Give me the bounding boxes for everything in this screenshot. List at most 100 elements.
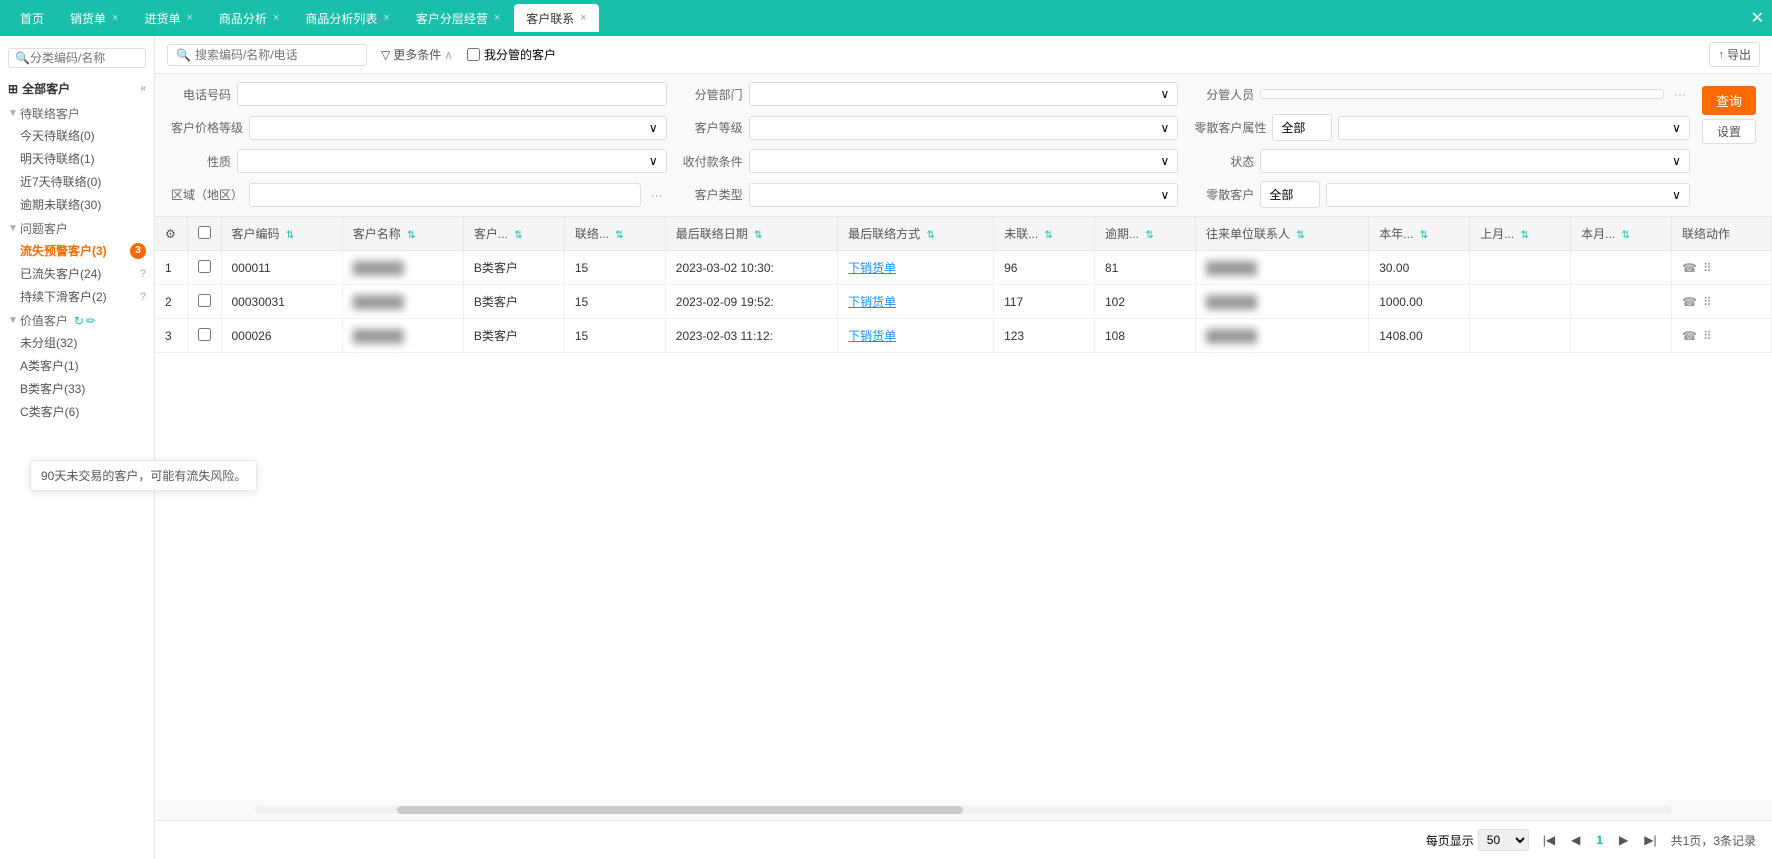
th-checkbox[interactable] — [187, 217, 221, 251]
cell-lastmethod-1[interactable]: 下销货单 — [838, 251, 994, 285]
filter-scatter-attr-select2[interactable]: ∨ — [1338, 116, 1690, 140]
action-contact-3[interactable]: ☎ — [1682, 329, 1697, 343]
sidebar-item-overdue[interactable]: 逾期未联络(30) — [0, 193, 154, 216]
sort-tmth-icon[interactable]: ⇅ — [1621, 230, 1629, 241]
sort-lm-icon[interactable]: ⇅ — [926, 230, 934, 241]
sidebar-item-classA[interactable]: A类客户(1) — [0, 354, 154, 377]
refresh-icon-value[interactable]: ↻ — [74, 314, 84, 328]
sort-name-icon[interactable]: ⇅ — [407, 230, 415, 241]
cell-cb-2[interactable] — [187, 285, 221, 319]
sidebar-item-churned[interactable]: 已流失客户(24) ? — [0, 262, 154, 285]
search-input[interactable] — [195, 48, 335, 62]
action-more-1[interactable]: ⠿ — [1703, 261, 1712, 275]
sidebar-group-value[interactable]: ▼ 价值客户 ↻ ✏ — [0, 308, 154, 331]
filter-region-input[interactable] — [249, 183, 641, 207]
tab-analysis-list[interactable]: 商品分析列表 × — [293, 4, 401, 32]
tab-customer-mgmt[interactable]: 客户分层经营 × — [404, 4, 512, 32]
sort-code-icon[interactable]: ⇅ — [286, 230, 294, 241]
row-checkbox-1[interactable] — [198, 260, 211, 273]
sidebar-item-declining[interactable]: 持续下滑客户(2) ? — [0, 285, 154, 308]
sidebar-search-input[interactable] — [30, 51, 139, 65]
tab-customer-mgmt-close[interactable]: × — [494, 12, 500, 24]
sidebar-item-today[interactable]: 今天待联络(0) — [0, 124, 154, 147]
select-all-checkbox[interactable] — [198, 226, 211, 239]
filter-scatter-attr-select[interactable]: 全部 — [1272, 114, 1332, 141]
search-wrap[interactable]: 🔍 — [167, 44, 367, 66]
action-more-2[interactable]: ⠿ — [1703, 295, 1712, 309]
next-page-btn[interactable]: ▶ — [1613, 831, 1634, 849]
my-customers-checkbox-wrap[interactable]: 我分管的客户 — [467, 46, 556, 63]
sidebar-item-churn-warning[interactable]: 流失预警客户(3) 3 — [0, 239, 154, 262]
sort-ty-icon[interactable]: ⇅ — [1420, 230, 1428, 241]
export-button[interactable]: ↑ 导出 — [1709, 42, 1760, 67]
tab-customer-contact[interactable]: 客户联系 × — [514, 4, 598, 32]
filter-customer-grade-select[interactable]: ∨ — [749, 116, 1179, 140]
filter-phone-input[interactable] — [237, 82, 667, 106]
sidebar-item-7days[interactable]: 近7天待联络(0) — [0, 170, 154, 193]
settings-button[interactable]: 设置 — [1702, 119, 1756, 144]
last-page-btn[interactable]: ▶| — [1638, 831, 1662, 849]
sort-type-icon[interactable]: ⇅ — [514, 230, 522, 241]
sidebar-group-pending[interactable]: ▼ 待联络客户 — [0, 101, 154, 124]
sidebar-group-problem[interactable]: ▼ 问题客户 — [0, 216, 154, 239]
tab-purchase-label: 进货单 — [144, 10, 180, 27]
query-button[interactable]: 查询 — [1702, 86, 1756, 115]
row-checkbox-2[interactable] — [198, 294, 211, 307]
h-scrollbar-thumb[interactable] — [397, 806, 964, 814]
h-scrollbar-track[interactable] — [255, 806, 1672, 814]
action-more-3[interactable]: ⠿ — [1703, 329, 1712, 343]
sidebar-item-classC[interactable]: C类客户(6) — [0, 400, 154, 423]
filter-nature-select[interactable]: ∨ — [237, 149, 667, 173]
th-settings[interactable]: ⚙ — [155, 217, 187, 251]
tab-purchase[interactable]: 进货单 × — [132, 4, 204, 32]
filter-price-grade-select[interactable]: ∨ — [249, 116, 667, 140]
per-page-select[interactable]: 50 100 200 — [1478, 829, 1529, 851]
first-page-btn[interactable]: |◀ — [1537, 831, 1561, 849]
row-checkbox-3[interactable] — [198, 328, 211, 341]
tab-home[interactable]: 首页 — [8, 4, 56, 32]
sort-ul-icon[interactable]: ⇅ — [1044, 230, 1052, 241]
filter-payment-select[interactable]: ∨ — [749, 149, 1179, 173]
sidebar-search-wrap[interactable]: 🔍 — [8, 48, 146, 68]
tab-purchase-close[interactable]: × — [186, 12, 192, 24]
sidebar-item-classB[interactable]: B类客户(33) — [0, 377, 154, 400]
last-method-link-1[interactable]: 下销货单 — [848, 261, 896, 275]
filter-status-select[interactable]: ∨ — [1260, 149, 1690, 173]
action-contact-2[interactable]: ☎ — [1682, 295, 1697, 309]
last-method-link-2[interactable]: 下销货单 — [848, 295, 896, 309]
last-method-link-3[interactable]: 下销货单 — [848, 329, 896, 343]
cell-cb-3[interactable] — [187, 319, 221, 353]
sidebar-item-tomorrow[interactable]: 明天待联络(1) — [0, 147, 154, 170]
sort-od-icon[interactable]: ⇅ — [1145, 230, 1153, 241]
tab-analysis-list-close[interactable]: × — [383, 12, 389, 24]
cell-cb-1[interactable] — [187, 251, 221, 285]
sidebar-item-ungrouped[interactable]: 未分组(32) — [0, 331, 154, 354]
sort-cc-icon[interactable]: ⇅ — [615, 230, 623, 241]
sidebar-collapse-icon[interactable]: « — [140, 83, 146, 94]
sort-ld-icon[interactable]: ⇅ — [754, 230, 762, 241]
prev-page-btn[interactable]: ◀ — [1565, 831, 1586, 849]
filter-region-more[interactable]: ··· — [647, 188, 667, 202]
my-customers-checkbox[interactable] — [467, 48, 480, 61]
filter-dept-select[interactable]: ∨ — [749, 82, 1179, 106]
cell-lastmethod-2[interactable]: 下销货单 — [838, 285, 994, 319]
tab-sales[interactable]: 销货单 × — [58, 4, 130, 32]
filter-btn[interactable]: ▽ 更多条件 ∧ — [375, 43, 459, 66]
action-contact-1[interactable]: ☎ — [1682, 261, 1697, 275]
filter-scatter-select2[interactable]: ∨ — [1326, 183, 1690, 207]
edit-icon-value[interactable]: ✏ — [86, 314, 96, 328]
tab-sales-close[interactable]: × — [112, 12, 118, 24]
filter-person-more[interactable]: ··· — [1670, 87, 1690, 101]
filter-scatter-select[interactable]: 全部 — [1260, 181, 1320, 208]
tab-analysis[interactable]: 商品分析 × — [207, 4, 291, 32]
filter-customer-type-select[interactable]: ∨ — [749, 183, 1179, 207]
sort-pe-icon[interactable]: ⇅ — [1296, 230, 1304, 241]
window-close-icon[interactable]: ✕ — [1751, 8, 1764, 28]
tab-analysis-close[interactable]: × — [273, 12, 279, 24]
filter-person-select[interactable] — [1260, 89, 1664, 99]
sort-lmth-icon[interactable]: ⇅ — [1521, 230, 1529, 241]
sidebar-root[interactable]: ⊞ 全部客户 « — [0, 76, 154, 101]
tab-customer-contact-close[interactable]: × — [580, 12, 586, 24]
cell-lastmethod-3[interactable]: 下销货单 — [838, 319, 994, 353]
settings-icon[interactable]: ⚙ — [165, 227, 176, 241]
